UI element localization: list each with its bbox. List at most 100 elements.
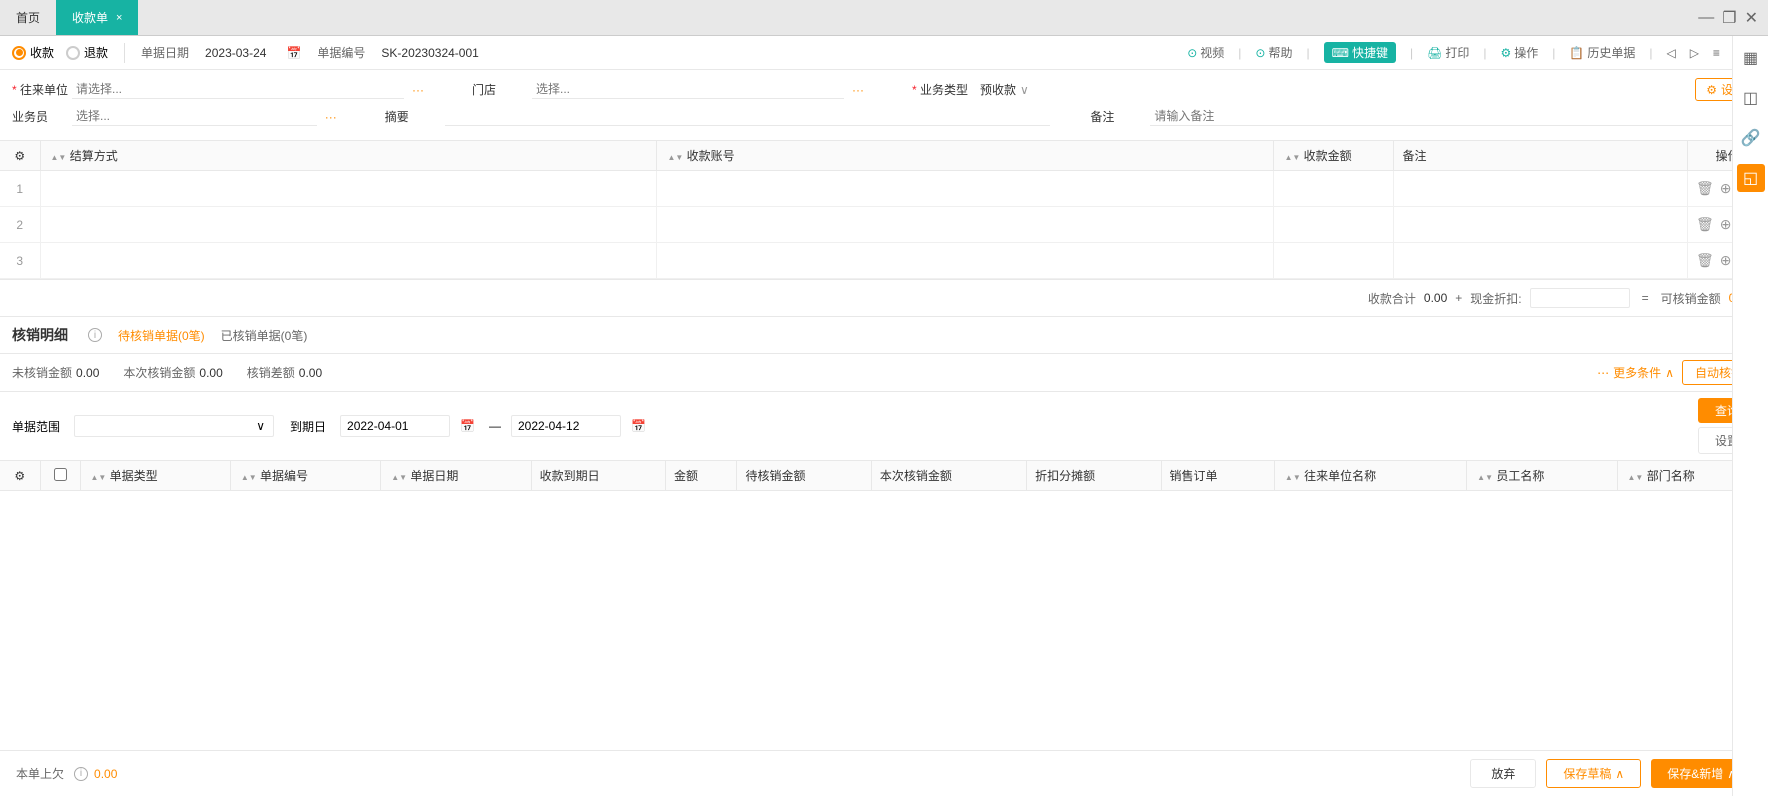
nav-next-btn[interactable]: ▷ (1690, 46, 1699, 60)
table-settings-icon[interactable]: ⚙ (0, 141, 40, 171)
bottom-th-checkbox[interactable] (40, 461, 80, 491)
row-copy-1[interactable]: ⊕ (1720, 180, 1732, 197)
footer-info-icon[interactable]: i (74, 767, 88, 781)
row-num-1: 1 (0, 171, 40, 207)
sidebar-link-icon[interactable]: 🔗 (1737, 124, 1765, 152)
shortcut-btn[interactable]: ⌨ 快捷键 (1324, 42, 1396, 63)
remark-label: 备注 (1090, 108, 1150, 125)
row-amount-3[interactable] (1274, 243, 1394, 279)
bottom-th-amount: 金额 (665, 461, 737, 491)
row-amount-1[interactable] (1274, 171, 1394, 207)
pending-tab[interactable]: 待核销单据(0笔) (118, 327, 205, 344)
bottom-th-discount: 折扣分摊额 (1027, 461, 1161, 491)
row-delete-2[interactable]: 🗑 (1696, 216, 1714, 233)
row-amount-2[interactable] (1274, 207, 1394, 243)
sidebar-expand-icon[interactable]: ◱ (1737, 164, 1765, 192)
summary-plus: + (1455, 291, 1462, 305)
row-delete-1[interactable]: 🗑 (1696, 180, 1714, 197)
store-more-btn[interactable]: ··· (844, 83, 872, 97)
minimize-icon[interactable]: — (1698, 9, 1714, 27)
nav-prev-btn[interactable]: ◁ (1666, 46, 1675, 60)
due-date-to-input[interactable] (511, 415, 621, 437)
draft-chevron-icon[interactable]: ∧ (1615, 767, 1624, 781)
salesperson-more-btn[interactable]: ··· (317, 110, 345, 124)
row-account-3[interactable] (657, 243, 1274, 279)
calendar-icon[interactable]: 📅 (286, 46, 301, 60)
select-all-checkbox[interactable] (54, 468, 67, 481)
history-btn[interactable]: 📋 历史单据 (1569, 44, 1635, 61)
bottom-th-gear[interactable]: ⚙ (0, 461, 40, 491)
store-label: 门店 (472, 81, 532, 98)
operation-btn[interactable]: ⚙ 操作 (1500, 44, 1538, 61)
bottom-th-doc-num: ▲▼ 单据编号 (230, 461, 380, 491)
layout-list-btn[interactable]: ≡ (1713, 46, 1720, 60)
bottom-th-counterparty: ▲▼ 往来单位名称 (1274, 461, 1466, 491)
abandon-btn[interactable]: 放弃 (1470, 759, 1536, 788)
restore-icon[interactable]: ❐ (1722, 8, 1736, 28)
store-input[interactable] (532, 80, 844, 99)
bottom-footer: 本单上欠 i 0.00 放弃 保存草稿 ∧ 保存&新增 ∧ (0, 750, 1768, 796)
tab-home[interactable]: 首页 (0, 0, 56, 35)
counterparty-input[interactable] (72, 80, 404, 99)
business-type-field: 业务类型 预收款 ∨ (912, 81, 1272, 98)
summary-discount-input[interactable] (1530, 288, 1630, 308)
print-btn[interactable]: 🖨 打印 (1427, 44, 1469, 61)
store-field: 门店 ··· (472, 80, 872, 99)
row-settlement-1[interactable] (40, 171, 657, 207)
table-row: 3 🗑 ⊕ (0, 243, 1768, 279)
row-settlement-2[interactable] (40, 207, 657, 243)
row-copy-2[interactable]: ⊕ (1720, 216, 1732, 233)
tab-current[interactable]: 收款单 × (56, 0, 138, 35)
verification-title: 核销明细 (12, 325, 68, 345)
divider-1 (124, 43, 125, 63)
summary-input[interactable] (445, 107, 1051, 126)
sidebar-table-icon[interactable]: ▦ (1737, 44, 1765, 72)
number-label: 单据编号 (317, 44, 365, 61)
due-date-from-input[interactable] (340, 415, 450, 437)
verification-info-icon[interactable]: i (88, 328, 102, 342)
radio-refund[interactable]: 退款 (66, 44, 108, 61)
right-sidebar: ▦ ◫ 🔗 ◱ (1732, 36, 1768, 796)
stats-row: 未核销金额 0.00 本次核销金额 0.00 核销差额 0.00 ⋯ 更多条件 … (0, 354, 1768, 392)
row-settlement-3[interactable] (40, 243, 657, 279)
counterparty-more-btn[interactable]: ··· (404, 83, 432, 97)
done-tab[interactable]: 已核销单据(0笔) (221, 327, 308, 344)
remark-input[interactable] (1150, 107, 1756, 126)
number-value: SK-20230324-001 (381, 46, 478, 60)
date-from-calendar-icon[interactable]: 📅 (460, 419, 475, 433)
radio-receipt[interactable]: 收款 (12, 44, 54, 61)
sidebar-doc-icon[interactable]: ◫ (1737, 84, 1765, 112)
tab-close-icon[interactable]: × (116, 12, 122, 24)
summary-total-value: 0.00 (1424, 291, 1447, 305)
bottom-th-employee: ▲▼ 员工名称 (1467, 461, 1617, 491)
range-label: 单据范围 (12, 418, 60, 435)
radio-refund-dot (66, 46, 80, 60)
date-to-calendar-icon[interactable]: 📅 (631, 419, 646, 433)
date-range-separator: — (489, 419, 501, 433)
close-icon[interactable]: ✕ (1745, 8, 1758, 28)
row-account-2[interactable] (657, 207, 1274, 243)
due-label: 到期日 (290, 418, 326, 435)
more-conditions-btn[interactable]: ⋯ 更多条件 ∧ (1597, 364, 1674, 381)
help-icon: ⊙ (1255, 46, 1265, 60)
bottom-th-pending: 待核销金额 (737, 461, 871, 491)
row-remark-1[interactable] (1394, 171, 1688, 207)
video-btn[interactable]: ⊙ 视频 (1187, 44, 1224, 61)
row-delete-3[interactable]: 🗑 (1696, 252, 1714, 269)
summary-total-label: 收款合计 (1368, 290, 1416, 307)
business-type-value: 预收款 (980, 81, 1016, 98)
salesperson-input[interactable] (72, 107, 317, 126)
help-btn[interactable]: ⊙ 帮助 (1255, 44, 1292, 61)
row-copy-3[interactable]: ⊕ (1720, 252, 1732, 269)
range-select[interactable]: ∨ (74, 415, 274, 437)
summary-label: 摘要 (385, 108, 445, 125)
business-type-label: 业务类型 (912, 81, 972, 98)
form-area: 往来单位 ··· 门店 ··· 业务类型 预收款 ∨ ⚙ 设置 (0, 70, 1768, 141)
business-type-arrow[interactable]: ∨ (1020, 83, 1029, 97)
row-remark-3[interactable] (1394, 243, 1688, 279)
draft-btn[interactable]: 保存草稿 ∧ (1546, 759, 1641, 788)
row-num-3: 3 (0, 243, 40, 279)
row-remark-2[interactable] (1394, 207, 1688, 243)
shortcut-icon: ⌨ (1332, 46, 1349, 60)
row-account-1[interactable] (657, 171, 1274, 207)
